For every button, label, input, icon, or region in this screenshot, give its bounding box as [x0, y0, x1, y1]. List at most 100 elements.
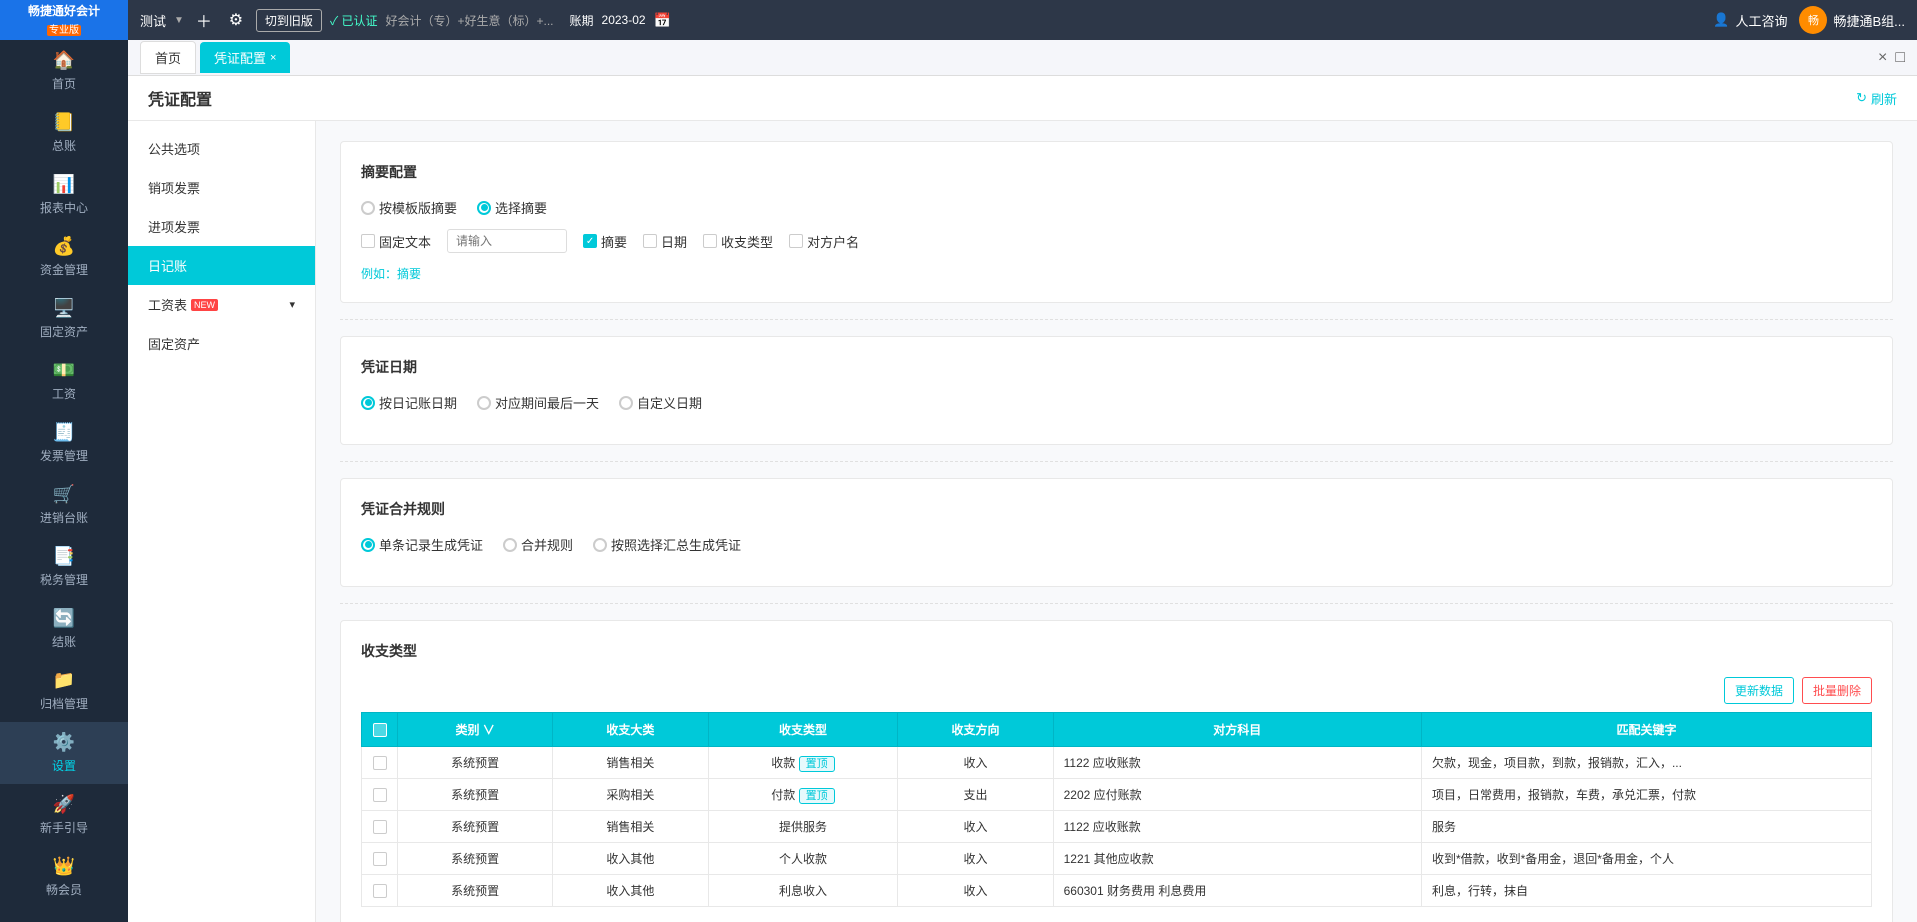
nav-item-fixed-assets-label: 固定资产 — [148, 334, 200, 353]
window-max-icon[interactable]: □ — [1895, 49, 1905, 67]
checkbox-summary[interactable]: ✓ 摘要 — [583, 232, 627, 251]
badge-reset-0[interactable]: 置顶 — [799, 756, 835, 772]
row-checkbox-box-1[interactable] — [373, 788, 387, 802]
radio-single[interactable]: 单条记录生成凭证 — [361, 535, 483, 554]
fixed-text-input[interactable] — [447, 229, 567, 253]
summary-radio-group: 按模板版摘要 选择摘要 — [361, 198, 1872, 217]
cell-keywords-3: 收到*借款，收到*备用金，退回*备用金，个人 — [1421, 843, 1871, 875]
radio-single-circle — [361, 538, 375, 552]
user-menu[interactable]: 畅 畅捷通B组... — [1799, 6, 1905, 34]
sidebar-item-label: 畅会员 — [46, 881, 82, 898]
tab-home[interactable]: 首页 — [140, 41, 196, 74]
period-value: 2023-02 — [602, 13, 646, 27]
nav-item-public[interactable]: 公共选项 — [128, 129, 315, 168]
sidebar-item-guide[interactable]: 🚀新手引导 — [0, 784, 128, 846]
checkbox-summary-box: ✓ — [583, 234, 597, 248]
row-checkbox-box-3[interactable] — [373, 852, 387, 866]
sidebar-item-ledger[interactable]: 📒 总账 — [0, 102, 128, 164]
radio-custom-date[interactable]: 自定义日期 — [619, 393, 702, 412]
table-row: 系统预置 销售相关 收款 置顶 收入 1122 应收账款 欠款，现金，项目款，到… — [362, 747, 1872, 779]
row-checkbox-1[interactable] — [362, 779, 398, 811]
batch-delete-button[interactable]: 批量删除 — [1802, 677, 1872, 704]
sidebar-item-label: 总账 — [52, 137, 76, 154]
settings-icon[interactable]: ⚙ — [224, 8, 248, 32]
radio-template[interactable]: 按模板版摘要 — [361, 198, 457, 217]
merge-rules-radio-group: 单条记录生成凭证 合并规则 按照选择汇总生成凭证 — [361, 535, 1872, 554]
nav-item-fixed-assets[interactable]: 固定资产 — [128, 324, 315, 363]
th-checkbox[interactable] — [362, 713, 398, 747]
top-bar-center: 测试 ▼ ＋ ⚙ 切到旧版 ✓ 已认证 好会计（专）+好生意（标）+... 账期… — [140, 8, 1713, 32]
radio-merge[interactable]: 合并规则 — [503, 535, 573, 554]
checkbox-counterparty[interactable]: 对方户名 — [789, 232, 859, 251]
sidebar-item-settings[interactable]: ⚙️设置 — [0, 722, 128, 784]
radio-summary-gen[interactable]: 按照选择汇总生成凭证 — [593, 535, 741, 554]
sidebar-item-archive[interactable]: 📁归档管理 — [0, 660, 128, 722]
payroll-expand-icon[interactable]: ▾ — [289, 298, 295, 311]
row-checkbox-0[interactable] — [362, 747, 398, 779]
tab-close-icon[interactable]: × — [270, 52, 276, 64]
checkbox-fixed-text[interactable]: 固定文本 — [361, 232, 431, 251]
extra-tags: 好会计（专）+好生意（标）+... — [385, 12, 553, 29]
sidebar-item-label: 工资 — [52, 385, 76, 402]
row-checkbox-3[interactable] — [362, 843, 398, 875]
radio-period-last[interactable]: 对应期间最后一天 — [477, 393, 599, 412]
nav-item-journal-label: 日记账 — [148, 256, 187, 275]
table-row: 系统预置 采购相关 付款 置顶 支出 2202 应付账款 项目，日常费用，报销款… — [362, 779, 1872, 811]
consult-button[interactable]: 👤 人工咨询 — [1713, 11, 1787, 30]
radio-select-dot — [481, 204, 488, 211]
radio-journal-date[interactable]: 按日记账日期 — [361, 393, 457, 412]
checkbox-date-label: 日期 — [661, 232, 687, 251]
row-checkbox-4[interactable] — [362, 875, 398, 907]
table-row: 系统预置 销售相关 提供服务 收入 1122 应收账款 服务 — [362, 811, 1872, 843]
env-label: 测试 — [140, 11, 166, 30]
env-dropdown-icon[interactable]: ▼ — [174, 15, 184, 26]
sidebar-item-assets[interactable]: 🖥️固定资产 — [0, 288, 128, 350]
row-checkbox-box-0[interactable] — [373, 756, 387, 770]
sidebar-item-member[interactable]: 👑畅会员 — [0, 846, 128, 908]
row-checkbox-box-4[interactable] — [373, 884, 387, 898]
ledger-icon: 📒 — [53, 112, 75, 133]
checkbox-income-type[interactable]: 收支类型 — [703, 232, 773, 251]
refresh-button[interactable]: ↻ 刷新 — [1856, 89, 1897, 108]
sidebar-item-invoice_mgmt[interactable]: 🧾发票管理 — [0, 412, 128, 474]
cell-account-0: 1122 应收账款 — [1053, 747, 1421, 779]
radio-custom-date-circle — [619, 396, 633, 410]
radio-summary-gen-circle — [593, 538, 607, 552]
badge-reset-1[interactable]: 置顶 — [799, 788, 835, 804]
radio-template-circle — [361, 201, 375, 215]
table-row: 系统预置 收入其他 利息收入 收入 660301 财务费用 利息费用 利息，行转… — [362, 875, 1872, 907]
nav-item-sales-invoice[interactable]: 销项发票 — [128, 168, 315, 207]
window-close-icon[interactable]: × — [1878, 49, 1887, 67]
nav-item-payroll[interactable]: 工资表 NEW ▾ — [128, 285, 315, 324]
radio-select[interactable]: 选择摘要 — [477, 198, 547, 217]
switch-version-button[interactable]: 切到旧版 — [256, 9, 322, 32]
calendar-icon[interactable]: 📅 — [654, 12, 671, 29]
nav-item-purchase-invoice[interactable]: 进项发票 — [128, 207, 315, 246]
select-all-checkbox[interactable] — [373, 723, 387, 737]
cell-major-2: 销售相关 — [553, 811, 708, 843]
sidebar-item-salary[interactable]: 💵工资 — [0, 350, 128, 412]
cell-keywords-2: 服务 — [1421, 811, 1871, 843]
sidebar-item-home[interactable]: 🏠首页 — [0, 40, 128, 102]
cell-major-0: 销售相关 — [553, 747, 708, 779]
checkbox-date[interactable]: 日期 — [643, 232, 687, 251]
nav-item-journal[interactable]: 日记账 — [128, 246, 315, 285]
cell-category-3: 系统预置 — [398, 843, 553, 875]
row-checkbox-2[interactable] — [362, 811, 398, 843]
sidebar-item-funds[interactable]: 💰资金管理 — [0, 226, 128, 288]
row-checkbox-box-2[interactable] — [373, 820, 387, 834]
sidebar-item-report[interactable]: 📊报表中心 — [0, 164, 128, 226]
add-icon[interactable]: ＋ — [192, 8, 216, 32]
sidebar-item-tax[interactable]: 📑税务管理 — [0, 536, 128, 598]
summary-config-title: 摘要配置 — [361, 162, 1872, 182]
radio-single-dot — [365, 541, 372, 548]
th-account: 对方科目 — [1053, 713, 1421, 747]
tab-voucher-config[interactable]: 凭证配置 × — [200, 42, 290, 73]
logo-text: 畅捷通好会计 — [28, 4, 100, 20]
settings-icon: ⚙️ — [53, 732, 75, 753]
purchase-icon: 🛒 — [53, 484, 75, 505]
sidebar-item-purchase[interactable]: 🛒进销台账 — [0, 474, 128, 536]
sidebar-item-settle[interactable]: 🔄结账 — [0, 598, 128, 660]
cell-category-0: 系统预置 — [398, 747, 553, 779]
update-data-button[interactable]: 更新数据 — [1724, 677, 1794, 704]
